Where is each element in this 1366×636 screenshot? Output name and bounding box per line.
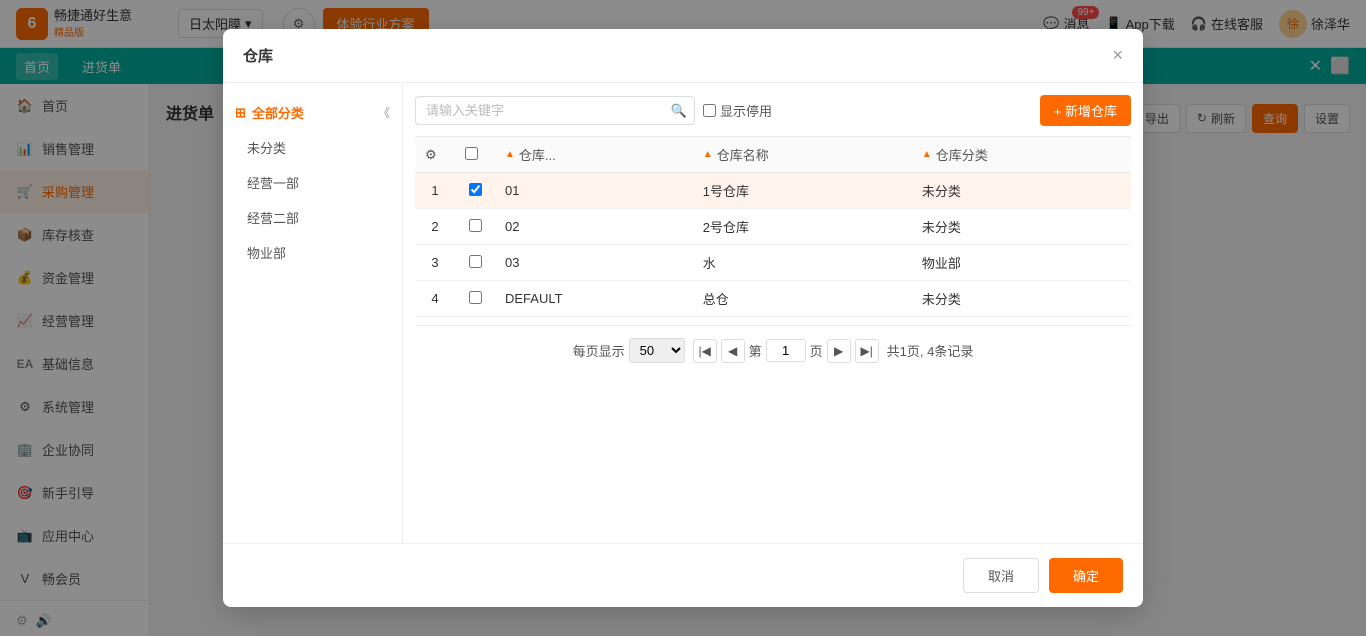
page-suffix: 页 [810,341,823,360]
category-panel: ⊞ 全部分类 《 未分类 经营一部 经营二部 物业部 [223,83,403,543]
row-category: 物业部 [912,245,1131,281]
table-row[interactable]: 2 02 2号仓库 未分类 [415,209,1131,245]
row-category: 未分类 [912,209,1131,245]
row-check [455,173,495,209]
search-input[interactable] [415,96,695,125]
category-item-2[interactable]: 经营二部 [223,200,402,235]
row-category: 未分类 [912,281,1131,317]
row-name: 1号仓库 [693,173,912,209]
row-name: 总仓 [693,281,912,317]
row-checkbox[interactable] [469,291,482,304]
warehouse-modal: 仓库 × ⊞ 全部分类 《 未分类 经营一部 经营二部 物业部 [223,29,1143,607]
modal-title: 仓库 [243,45,273,66]
search-input-wrap: 🔍 [415,96,695,125]
sort-icon-category: ▲ [922,149,932,160]
row-code: 01 [495,173,693,209]
modal-body: ⊞ 全部分类 《 未分类 经营一部 经营二部 物业部 🔍 显示停用 [223,83,1143,543]
row-num: 1 [415,173,455,209]
row-category: 未分类 [912,173,1131,209]
category-all-header[interactable]: ⊞ 全部分类 《 [223,95,402,130]
category-item-3[interactable]: 物业部 [223,235,402,270]
first-page-btn[interactable]: |◀ [693,339,717,363]
row-num: 4 [415,281,455,317]
page-total: 共1页, 4条记录 [887,341,974,360]
per-page-label: 每页显示 [573,341,625,360]
row-check [455,281,495,317]
next-page-btn[interactable]: ▶ [827,339,851,363]
table-panel: 🔍 显示停用 + 新增仓库 ⚙ [403,83,1143,543]
page-navigation: |◀ ◀ 第 页 ▶ ▶| [693,339,879,363]
select-all-checkbox[interactable] [465,147,478,160]
row-num: 3 [415,245,455,281]
grid-icon: ⊞ [235,105,246,121]
row-check [455,209,495,245]
modal-close-button[interactable]: × [1112,45,1123,66]
page-number-input[interactable] [766,339,806,362]
table-row[interactable]: 1 01 1号仓库 未分类 [415,173,1131,209]
table-row[interactable]: 4 DEFAULT 总仓 未分类 [415,281,1131,317]
row-name: 2号仓库 [693,209,912,245]
show-disabled-checkbox[interactable] [703,104,716,117]
row-checkbox[interactable] [469,183,482,196]
category-all-label: 全部分类 [252,103,304,122]
row-checkbox[interactable] [469,219,482,232]
show-disabled-label[interactable]: 显示停用 [703,101,772,120]
row-num: 2 [415,209,455,245]
add-warehouse-button[interactable]: + 新增仓库 [1040,95,1131,126]
row-name: 水 [693,245,912,281]
table-header-code: ▲ 仓库... [495,137,693,173]
table-row[interactable]: 3 03 水 物业部 [415,245,1131,281]
per-page-select[interactable]: 50 100 [629,338,685,363]
sort-icon-name: ▲ [703,149,713,160]
table-toolbar: 🔍 显示停用 + 新增仓库 [415,95,1131,126]
confirm-button[interactable]: 确定 [1049,558,1123,593]
prev-page-btn[interactable]: ◀ [721,339,745,363]
category-all-label-wrap: ⊞ 全部分类 [235,103,304,122]
category-item-0[interactable]: 未分类 [223,130,402,165]
page-label: 第 [749,341,762,360]
gear-header-icon[interactable]: ⚙ [425,147,437,162]
table-header-check [455,137,495,173]
table-header-name: ▲ 仓库名称 [693,137,912,173]
row-checkbox[interactable] [469,255,482,268]
show-disabled-text: 显示停用 [720,101,772,120]
modal-header: 仓库 × [223,29,1143,83]
category-collapse-icon[interactable]: 《 [378,104,390,121]
row-check [455,245,495,281]
cancel-button[interactable]: 取消 [963,558,1039,593]
warehouse-table: ⚙ ▲ 仓库... ▲ [415,136,1131,317]
page-size-select: 每页显示 50 100 [573,338,685,363]
table-header-gear: ⚙ [415,137,455,173]
sort-icon-code: ▲ [505,149,515,160]
row-code: 02 [495,209,693,245]
category-item-1[interactable]: 经营一部 [223,165,402,200]
search-icon[interactable]: 🔍 [671,103,687,119]
pagination: 每页显示 50 100 |◀ ◀ 第 页 ▶ ▶| 共1页, 4条记录 [415,325,1131,375]
row-code: 03 [495,245,693,281]
table-header-category: ▲ 仓库分类 [912,137,1131,173]
modal-footer: 取消 确定 [223,543,1143,607]
last-page-btn[interactable]: ▶| [855,339,879,363]
row-code: DEFAULT [495,281,693,317]
